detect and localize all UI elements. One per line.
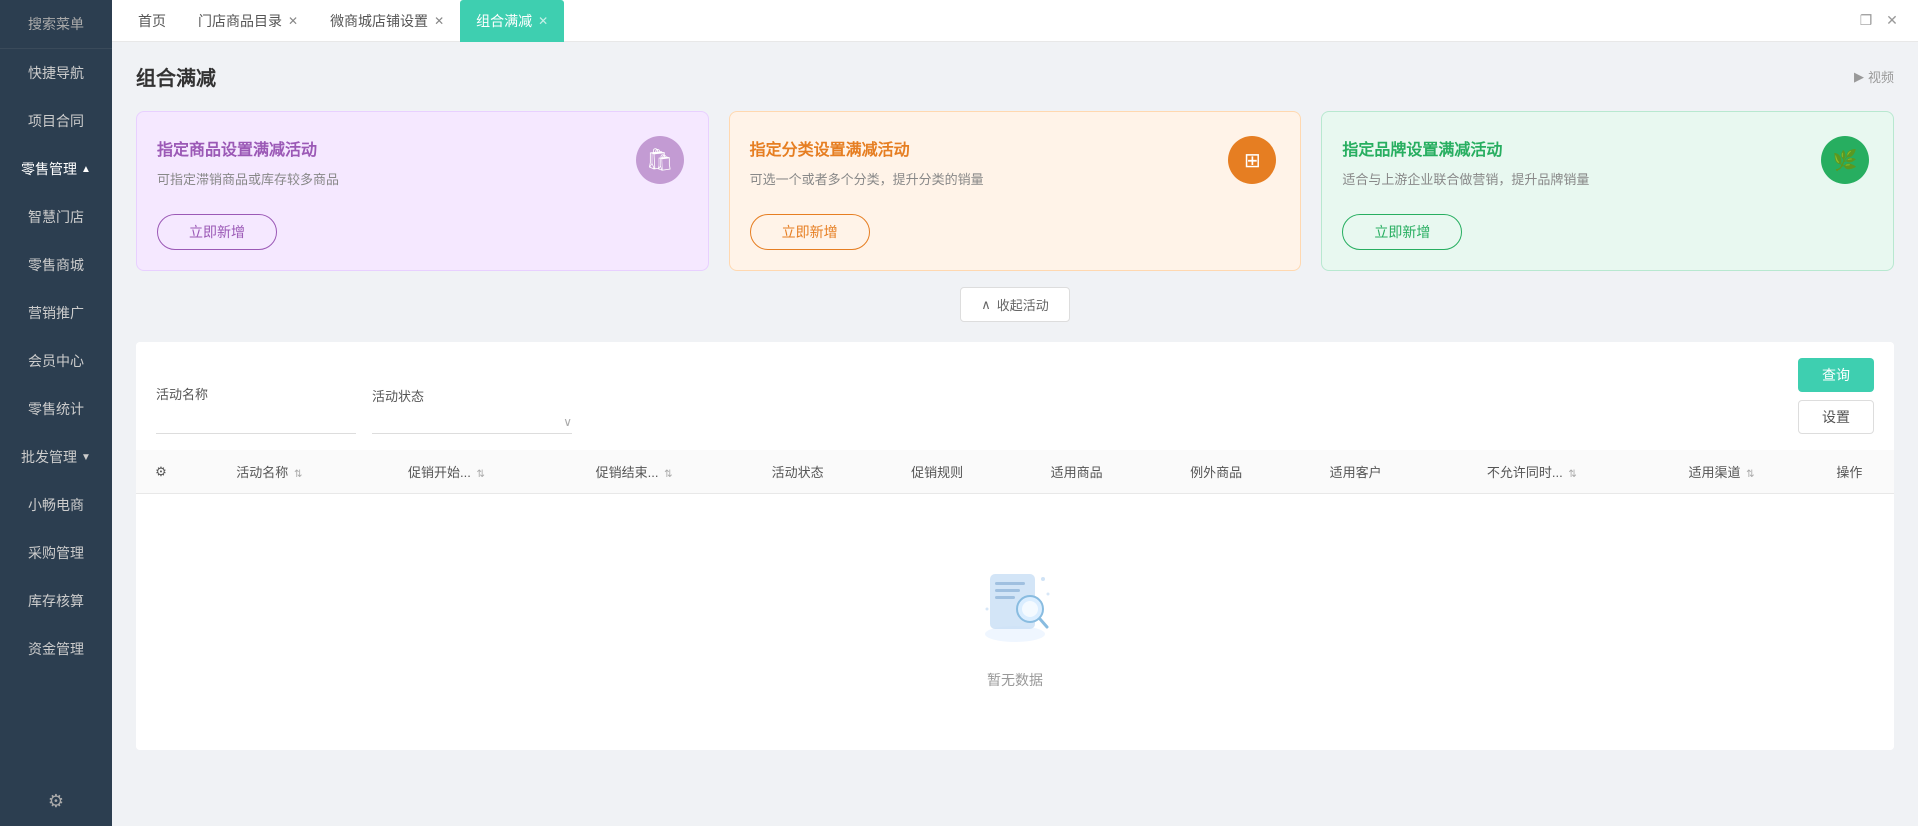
window-controls: ❐ ✕ <box>1858 13 1908 29</box>
page-header: 组合满减 ▶ 视频 <box>136 62 1894 91</box>
gear-icon: ⚙ <box>48 791 64 811</box>
add-category-discount-button[interactable]: 立即新增 <box>750 214 870 250</box>
sort-icon-end: ⇅ <box>664 469 672 480</box>
card-title-product: 指定商品设置满减活动 <box>157 136 688 160</box>
tabbar: 首页 门店商品目录 ✕ 微商城店铺设置 ✕ 组合满减 ✕ ❐ ✕ <box>112 0 1918 42</box>
cards-row: 🛍 指定商品设置满减活动 可指定滞销商品或库存较多商品 立即新增 ⊞ 指定分类设… <box>136 111 1894 271</box>
col-actions: 操作 <box>1805 450 1894 494</box>
activity-name-input[interactable] <box>156 409 356 434</box>
main-area: 首页 门店商品目录 ✕ 微商城店铺设置 ✕ 组合满减 ✕ ❐ ✕ 组合满减 ▶ … <box>112 0 1918 826</box>
col-end-date[interactable]: 促销结束... ⇅ <box>540 450 728 494</box>
sidebar-item-retail-mgmt[interactable]: 零售管理 ▲ <box>0 145 112 193</box>
col-status: 活动状态 <box>728 450 868 494</box>
close-tab-wechat-store[interactable]: ✕ <box>434 14 444 28</box>
card-icon-brand: 🌿 <box>1821 136 1869 184</box>
close-button[interactable]: ✕ <box>1884 13 1900 29</box>
sidebar-item-finance[interactable]: 资金管理 <box>0 625 112 673</box>
sidebar-item-retail-stats[interactable]: 零售统计 <box>0 385 112 433</box>
sidebar-item-marketing[interactable]: 营销推广 <box>0 289 112 337</box>
activity-status-select[interactable]: ∨ <box>372 411 572 434</box>
sidebar-item-quick-nav[interactable]: 快捷导航 <box>0 49 112 97</box>
sort-icon-start: ⇅ <box>476 469 484 480</box>
col-customers: 适用客户 <box>1286 450 1426 494</box>
add-product-discount-button[interactable]: 立即新增 <box>157 214 277 250</box>
chevron-down-icon: ∨ <box>563 415 572 429</box>
card-product-discount: 🛍 指定商品设置满减活动 可指定滞销商品或库存较多商品 立即新增 <box>136 111 709 271</box>
empty-state: 暂无数据 <box>136 494 1894 750</box>
card-desc-category: 可选一个或者多个分类，提升分类的销量 <box>750 170 1281 198</box>
card-desc-brand: 适合与上游企业联合做营销，提升品牌销量 <box>1342 170 1873 198</box>
sidebar-item-project-contract[interactable]: 项目合同 <box>0 97 112 145</box>
empty-illustration <box>965 554 1065 654</box>
search-bar: 活动名称 活动状态 ∨ 查询 设置 <box>136 342 1894 450</box>
sidebar: 搜索菜单 快捷导航 项目合同 零售管理 ▲ 智慧门店 零售商城 营销推广 会员中… <box>0 0 112 826</box>
sidebar-item-smart-store[interactable]: 智慧门店 <box>0 193 112 241</box>
empty-text: 暂无数据 <box>987 670 1043 690</box>
col-products: 适用商品 <box>1007 450 1147 494</box>
collapse-icon: ∧ <box>981 297 991 313</box>
card-category-discount: ⊞ 指定分类设置满减活动 可选一个或者多个分类，提升分类的销量 立即新增 <box>729 111 1302 271</box>
card-icon-product: 🛍 <box>636 136 684 184</box>
col-channels[interactable]: 适用渠道 ⇅ <box>1638 450 1805 494</box>
activity-name-label: 活动名称 <box>156 384 356 403</box>
play-icon: ▶ <box>1854 69 1864 85</box>
chevron-down-icon: ▼ <box>81 452 91 463</box>
search-actions: 查询 设置 <box>1798 358 1874 434</box>
setting-button[interactable]: 设置 <box>1798 400 1874 434</box>
sidebar-item-wholesale-mgmt[interactable]: 批发管理 ▼ <box>0 433 112 481</box>
table-section: 活动名称 活动状态 ∨ 查询 设置 <box>136 342 1894 750</box>
card-brand-discount: 🌿 指定品牌设置满减活动 适合与上游企业联合做营销，提升品牌销量 立即新增 <box>1321 111 1894 271</box>
sidebar-item-member-center[interactable]: 会员中心 <box>0 337 112 385</box>
card-icon-category: ⊞ <box>1228 136 1276 184</box>
card-title-brand: 指定品牌设置满减活动 <box>1342 136 1873 160</box>
card-title-category: 指定分类设置满减活动 <box>750 136 1281 160</box>
add-brand-discount-button[interactable]: 立即新增 <box>1342 214 1462 250</box>
activity-status-field: 活动状态 ∨ <box>372 386 572 434</box>
settings-button[interactable]: ⚙ <box>0 777 112 826</box>
card-desc-product: 可指定滞销商品或库存较多商品 <box>157 170 688 198</box>
activity-name-field: 活动名称 <box>156 384 356 434</box>
query-button[interactable]: 查询 <box>1798 358 1874 392</box>
data-table: ⚙ 活动名称 ⇅ 促销开始... ⇅ 促销结束... ⇅ <box>136 450 1894 750</box>
col-exceptions: 例外商品 <box>1146 450 1286 494</box>
col-start-date[interactable]: 促销开始... ⇅ <box>353 450 541 494</box>
col-settings[interactable]: ⚙ <box>136 450 186 494</box>
collapse-button[interactable]: ∧ 收起活动 <box>960 287 1070 322</box>
col-name[interactable]: 活动名称 ⇅ <box>186 450 353 494</box>
sidebar-item-purchase-mgmt[interactable]: 采购管理 <box>0 529 112 577</box>
tab-store-catalog[interactable]: 门店商品目录 ✕ <box>182 0 314 42</box>
chevron-up-icon: ▲ <box>81 164 91 175</box>
col-rule: 促销规则 <box>867 450 1007 494</box>
collapse-row: ∧ 收起活动 <box>136 287 1894 322</box>
tab-wechat-store[interactable]: 微商城店铺设置 ✕ <box>314 0 460 42</box>
page-content: 组合满减 ▶ 视频 🛍 指定商品设置满减活动 可指定滞销商品或库存较多商品 立即… <box>112 42 1918 826</box>
sidebar-item-inventory[interactable]: 库存核算 <box>0 577 112 625</box>
video-link[interactable]: ▶ 视频 <box>1854 67 1894 86</box>
settings-col-icon: ⚙ <box>155 464 167 479</box>
close-tab-combo-discount[interactable]: ✕ <box>538 14 548 28</box>
sort-icon-channels: ⇅ <box>1746 469 1754 480</box>
tab-home[interactable]: 首页 <box>122 0 182 42</box>
sort-icon-concurrent: ⇅ <box>1568 469 1576 480</box>
sort-icon-name: ⇅ <box>294 469 302 480</box>
activity-status-label: 活动状态 <box>372 386 572 405</box>
close-tab-store-catalog[interactable]: ✕ <box>288 14 298 28</box>
collapse-label: 收起活动 <box>997 295 1049 314</box>
sidebar-item-small-ecom[interactable]: 小畅电商 <box>0 481 112 529</box>
col-no-concurrent[interactable]: 不允许同时... ⇅ <box>1425 450 1638 494</box>
restore-button[interactable]: ❐ <box>1858 13 1874 29</box>
tab-combo-discount[interactable]: 组合满减 ✕ <box>460 0 564 42</box>
page-title: 组合满减 <box>136 62 216 91</box>
sidebar-item-retail-mall[interactable]: 零售商城 <box>0 241 112 289</box>
sidebar-search[interactable]: 搜索菜单 <box>0 0 112 49</box>
